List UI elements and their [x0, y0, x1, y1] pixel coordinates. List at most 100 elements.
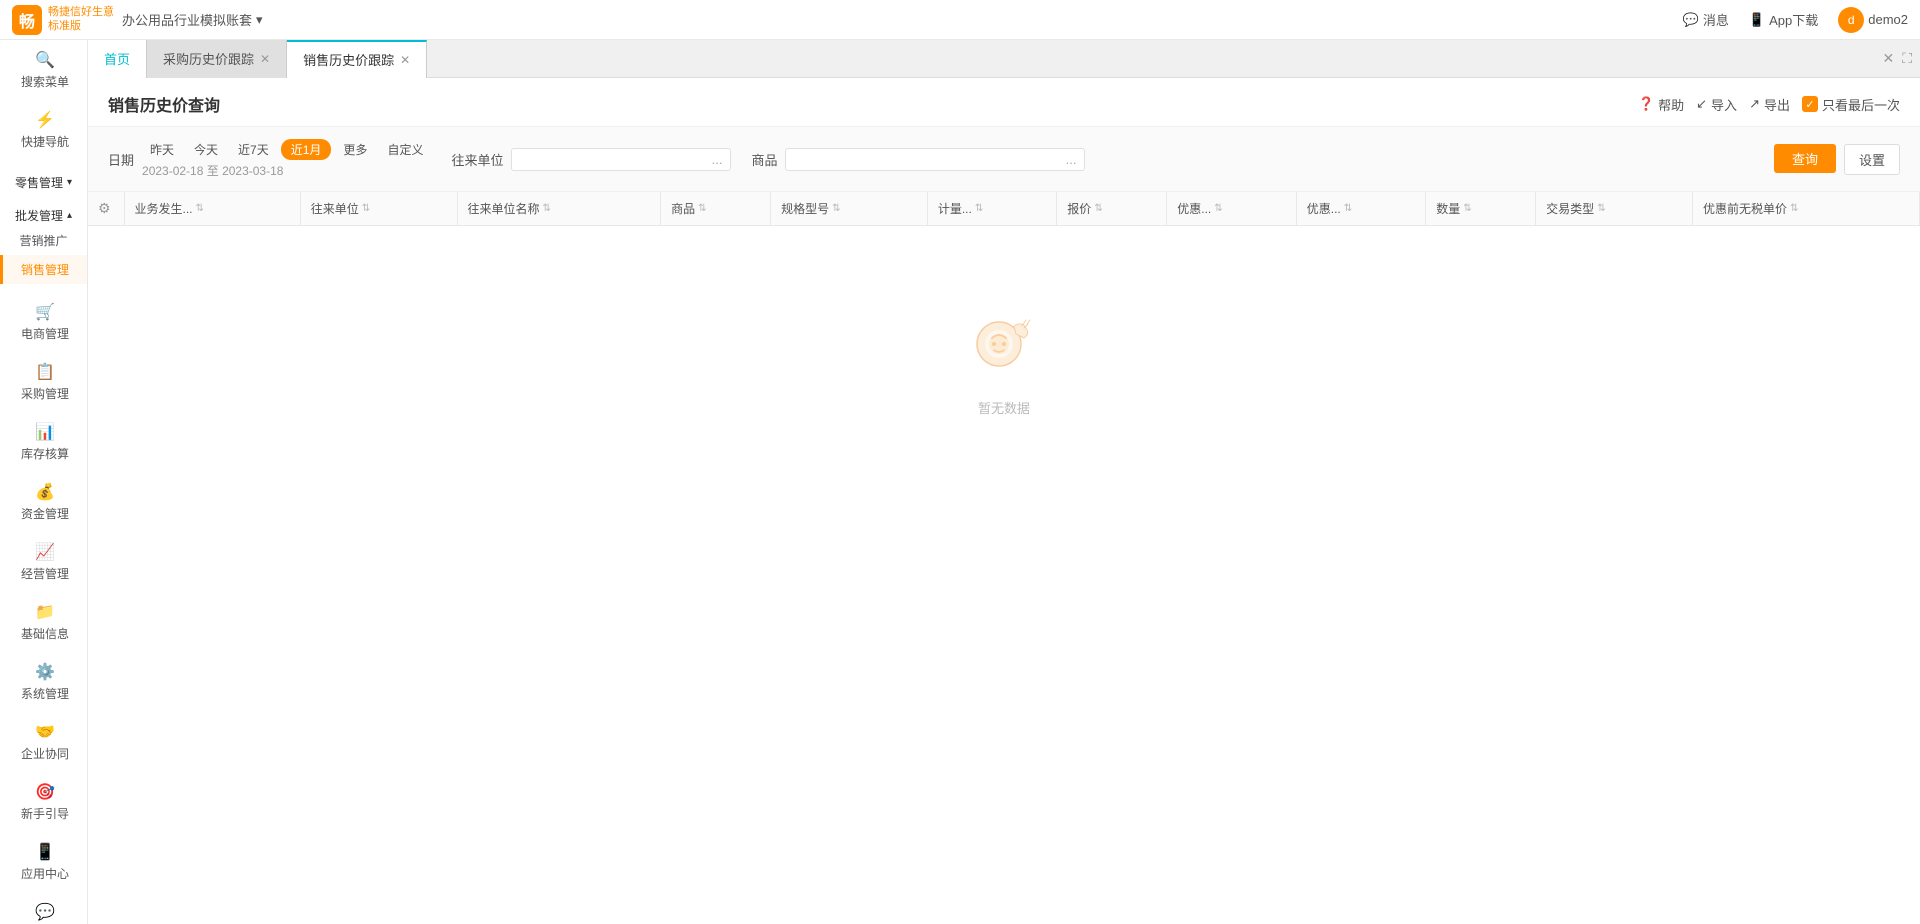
sidebar-item-purchase[interactable]: 📋 采购管理	[0, 352, 87, 412]
sidebar-item-inventory[interactable]: 📊 库存核算	[0, 412, 87, 472]
partner-label: 往来单位	[451, 150, 503, 169]
table-col-discount1[interactable]: 优惠... ⇅	[1167, 192, 1296, 226]
marketing-label: 营销推广	[19, 234, 67, 248]
maximize-icon[interactable]: ⛶	[1902, 50, 1912, 67]
sidebar-item-marketing[interactable]: 营销推广	[0, 226, 87, 255]
page-title: 销售历史价查询	[108, 92, 220, 116]
table-col-trans-type[interactable]: 交易类型 ⇅	[1536, 192, 1693, 226]
sidebar-item-label: 系统管理	[21, 685, 69, 702]
purchase-icon: 📋	[35, 362, 55, 382]
table-col-partner-name[interactable]: 往来单位名称 ⇅	[457, 192, 661, 226]
sort-icon: ⇅	[543, 203, 551, 214]
sales-history-tab-label: 销售历史价跟踪	[303, 50, 394, 69]
tab-sales-history[interactable]: 销售历史价跟踪 ✕	[287, 40, 427, 78]
sidebar-item-search[interactable]: 🔍 搜索菜单	[0, 40, 87, 100]
sidebar-item-label: 企业协同	[21, 745, 69, 762]
table-col-unit[interactable]: 计量... ⇅	[927, 192, 1056, 226]
sidebar-item-label: 采购管理	[21, 385, 69, 402]
table-settings-col: ⚙	[88, 192, 124, 226]
tab-home[interactable]: 首页	[88, 40, 147, 78]
table-col-spec[interactable]: 规格型号 ⇅	[771, 192, 928, 226]
sidebar-item-guide[interactable]: 🎯 新手引导	[0, 772, 87, 832]
sidebar-item-retail[interactable]: 零售管理 ▾	[0, 168, 87, 193]
header-right: 💬 消息 📱 App下载 d demo2	[1683, 7, 1908, 33]
sort-icon: ⇅	[1344, 203, 1352, 214]
settings-button[interactable]: 设置	[1844, 144, 1900, 175]
top-header: 畅 畅捷信好生意 标准版 办公用品行业模拟账套 ▾ 💬 消息 📱 App下载 d…	[0, 0, 1920, 40]
logo-text: 畅捷信好生意 标准版	[48, 6, 114, 32]
sidebar-item-app-center[interactable]: 📱 应用中心	[0, 832, 87, 892]
sidebar-item-label: 经营管理	[21, 565, 69, 582]
date-btn-yesterday[interactable]: 昨天	[142, 139, 182, 160]
close-tab-icon[interactable]: ✕	[1882, 50, 1894, 67]
date-btn-custom[interactable]: 自定义	[379, 139, 431, 160]
message-button[interactable]: 💬 消息	[1683, 10, 1729, 29]
sort-icon: ⇅	[1463, 203, 1471, 214]
home-tab-label: 首页	[104, 49, 130, 68]
only-last-checkbox[interactable]: ✓ 只看最后一次	[1802, 95, 1900, 114]
logo-icon: 畅	[12, 5, 42, 35]
table-col-pre-tax[interactable]: 优惠前无税单价 ⇅	[1692, 192, 1919, 226]
tabs-bar: 首页 采购历史价跟踪 ✕ 销售历史价跟踪 ✕ ✕ ⛶	[88, 40, 1920, 78]
sidebar-item-basic[interactable]: 📁 基础信息	[0, 592, 87, 652]
col-biz-date-label: 业务发生...	[135, 200, 193, 217]
empty-text: 暂无数据	[978, 398, 1030, 417]
export-button[interactable]: ↗ 导出	[1749, 95, 1790, 114]
chevron-down-icon: ▾	[67, 177, 72, 188]
col-product-label: 商品	[671, 200, 695, 217]
date-btn-7days[interactable]: 近7天	[230, 139, 277, 160]
message-icon: 💬	[1683, 12, 1699, 28]
date-filter-group: 日期 昨天 今天 近7天 近1月 更多 自定义 2023-02-18 至 202…	[108, 139, 431, 179]
col-discount2-label: 优惠...	[1307, 200, 1341, 217]
avatar: d	[1838, 7, 1864, 33]
sidebar-item-label: 搜索菜单	[21, 73, 69, 90]
page-actions: ❓ 帮助 ↙ 导入 ↗ 导出 ✓ 只看最后一次	[1638, 95, 1900, 114]
tab-purchase-history[interactable]: 采购历史价跟踪 ✕	[147, 40, 287, 78]
date-btn-more[interactable]: 更多	[335, 139, 375, 160]
help-button[interactable]: ❓ 帮助	[1638, 95, 1684, 114]
col-trans-type-label: 交易类型	[1546, 200, 1594, 217]
import-button[interactable]: ↙ 导入	[1696, 95, 1737, 114]
product-filter-group: 商品 ...	[751, 148, 1085, 171]
col-pre-tax-label: 优惠前无税单价	[1703, 200, 1787, 217]
empty-icon	[964, 306, 1044, 386]
account-selector[interactable]: 办公用品行业模拟账套 ▾	[122, 10, 263, 29]
sidebar-item-label: 电商管理	[21, 325, 69, 342]
tab-close-sales[interactable]: ✕	[400, 53, 410, 67]
sidebar-item-ecommerce[interactable]: 🛒 电商管理	[0, 292, 87, 352]
table-col-product[interactable]: 商品 ⇅	[661, 192, 771, 226]
sidebar-item-wechat[interactable]: 💬 企业微信	[0, 892, 87, 924]
table-col-quantity[interactable]: 数量 ⇅	[1426, 192, 1536, 226]
tab-close-purchase[interactable]: ✕	[260, 52, 270, 66]
sidebar-item-shortcut[interactable]: ⚡ 快捷导航	[0, 100, 87, 160]
user-menu[interactable]: d demo2	[1838, 7, 1908, 33]
date-btn-1month[interactable]: 近1月	[281, 139, 332, 160]
table-area: ⚙ 业务发生... ⇅ 往来单位	[88, 192, 1920, 497]
table-settings-icon[interactable]: ⚙	[98, 200, 111, 216]
date-btn-today[interactable]: 今天	[186, 139, 226, 160]
app-download-button[interactable]: 📱 App下载	[1749, 10, 1818, 29]
search-icon: 🔍	[35, 50, 55, 70]
table-col-price[interactable]: 报价 ⇅	[1057, 192, 1167, 226]
partner-filter-group: 往来单位 ...	[451, 148, 731, 171]
sidebar-item-system[interactable]: ⚙️ 系统管理	[0, 652, 87, 712]
product-input[interactable]: ...	[785, 148, 1085, 171]
table-col-discount2[interactable]: 优惠... ⇅	[1296, 192, 1425, 226]
table-col-biz-date[interactable]: 业务发生... ⇅	[124, 192, 300, 226]
sidebar-item-finance[interactable]: 💰 资金管理	[0, 472, 87, 532]
sidebar-item-sales[interactable]: 销售管理	[0, 255, 87, 284]
sales-label: 销售管理	[21, 263, 69, 277]
query-button[interactable]: 查询	[1774, 144, 1836, 173]
sort-icon: ⇅	[1597, 203, 1605, 214]
tabs-actions: ✕ ⛶	[1882, 50, 1920, 67]
table-col-partner-code[interactable]: 往来单位 ⇅	[300, 192, 457, 226]
shortcut-icon: ⚡	[35, 110, 55, 130]
sidebar-item-wholesale[interactable]: 批发管理 ▴	[0, 201, 87, 226]
filter-actions: 查询 设置	[1774, 144, 1900, 175]
col-partner-name-label: 往来单位名称	[468, 200, 540, 217]
sidebar-item-enterprise[interactable]: 🤝 企业协同	[0, 712, 87, 772]
logo-area: 畅 畅捷信好生意 标准版	[12, 5, 114, 35]
sidebar-item-operations[interactable]: 📈 经营管理	[0, 532, 87, 592]
partner-input[interactable]: ...	[511, 148, 731, 171]
partner-input-dots: ...	[712, 152, 723, 167]
